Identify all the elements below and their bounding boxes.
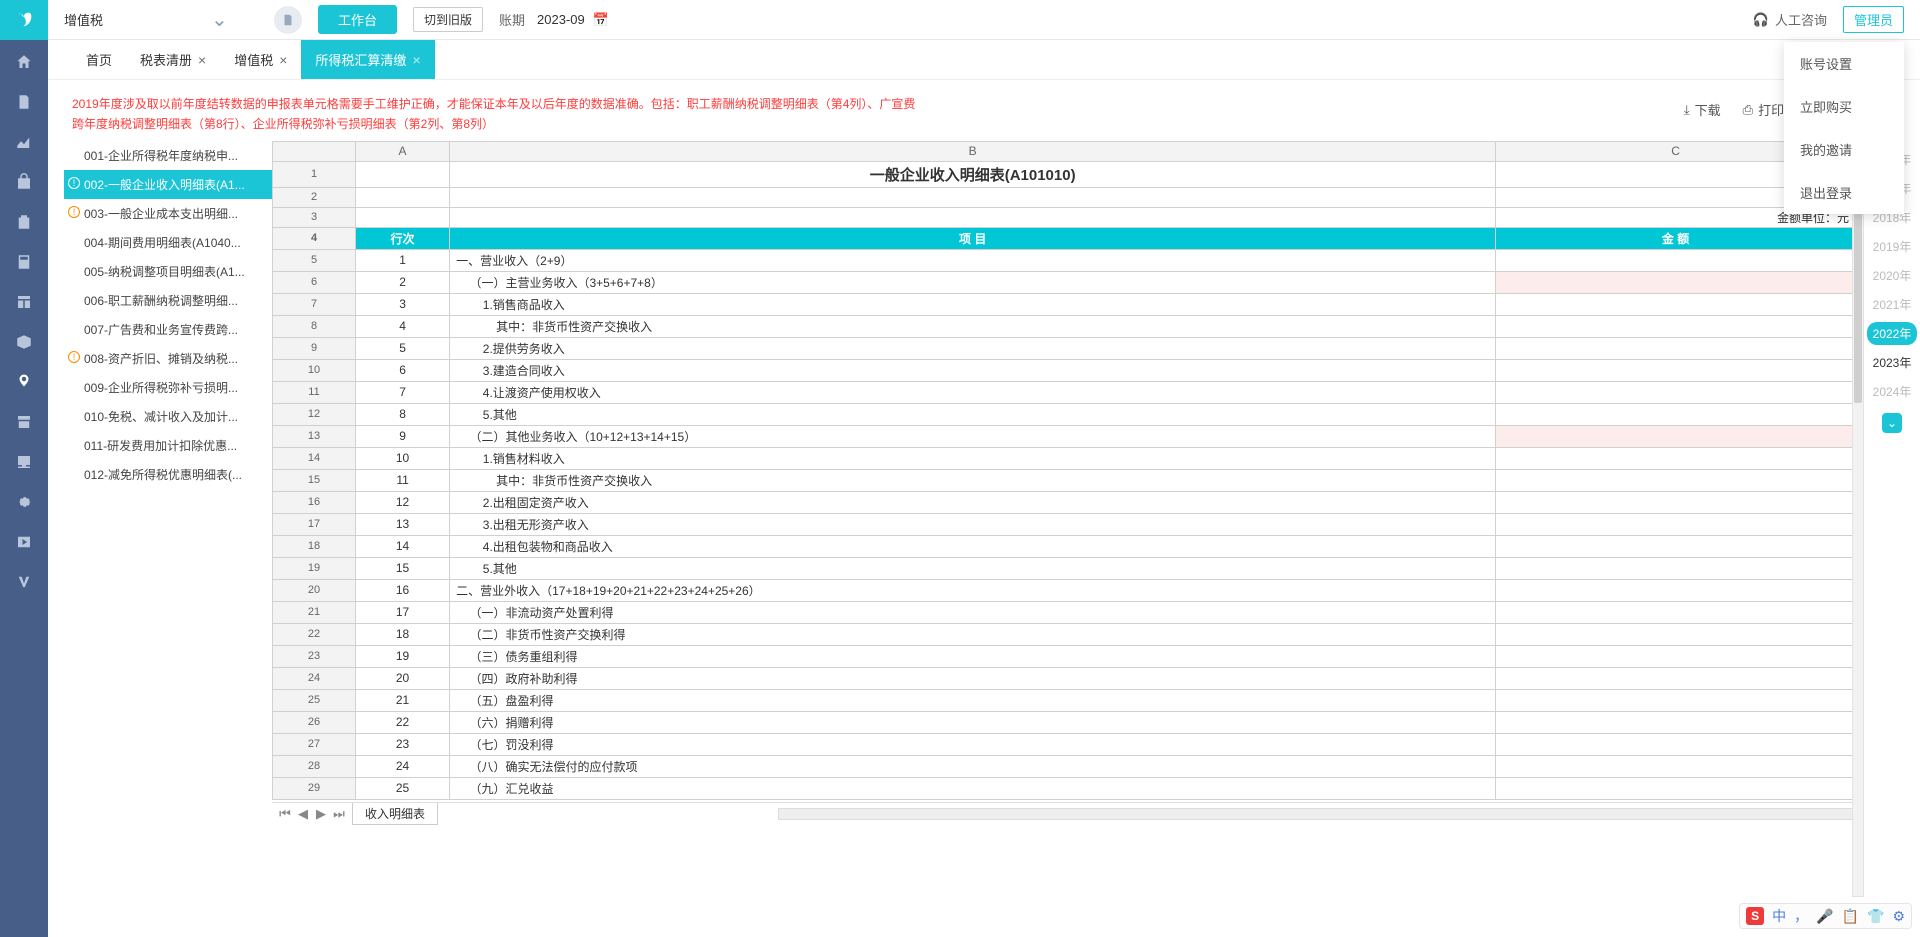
download-icon: ⤓	[1684, 102, 1690, 118]
form-item-010[interactable]: 010-免税、减计收入及加计...	[64, 402, 272, 431]
nav-bag-icon[interactable]	[0, 164, 48, 200]
nav-clipboard-icon[interactable]	[0, 204, 48, 240]
admin-dropdown-menu: 账号设置 立即购买 我的邀请 退出登录	[1784, 42, 1904, 214]
page-tabs: 首页税表清册×增值税×所得税汇算清缴×	[48, 40, 1920, 80]
form-item-006[interactable]: 006-职工薪酬纳税调整明细...	[64, 286, 272, 315]
nav-calc-icon[interactable]	[0, 244, 48, 280]
horizontal-scrollbar[interactable]	[778, 808, 1856, 820]
left-sidebar	[0, 0, 48, 937]
form-item-001[interactable]: 001-企业所得税年度纳税申...	[64, 141, 272, 170]
nav-v-icon[interactable]	[0, 564, 48, 600]
warning-icon: !	[68, 177, 80, 189]
tab-首页[interactable]: 首页	[72, 40, 126, 79]
app-logo[interactable]	[0, 0, 48, 40]
ime-toolbar[interactable]: S 中 ， 🎤 📋 👕 ⚙	[1739, 903, 1912, 929]
nav-video-icon[interactable]	[0, 524, 48, 560]
form-item-004[interactable]: 004-期间费用明细表(A1040...	[64, 228, 272, 257]
download-button[interactable]: ⤓下载	[1684, 100, 1721, 119]
nav-box-icon[interactable]	[0, 324, 48, 360]
ime-logo-icon: S	[1746, 907, 1764, 925]
form-item-005[interactable]: 005-纳税调整项目明细表(A1...	[64, 257, 272, 286]
sheet-nav-arrows[interactable]: ⏮◀▶⏭	[272, 806, 352, 822]
header-doc-icon[interactable]	[274, 6, 302, 34]
form-item-002[interactable]: !002-一般企业收入明细表(A1...	[64, 170, 272, 199]
period-label: 账期	[499, 10, 525, 29]
tab-增值税[interactable]: 增值税×	[220, 40, 301, 79]
tab-所得税汇算清缴[interactable]: 所得税汇算清缴×	[301, 40, 434, 79]
menu-my-invites[interactable]: 我的邀请	[1784, 128, 1904, 171]
close-icon[interactable]: ×	[279, 52, 287, 68]
ime-skin-icon[interactable]: 👕	[1867, 908, 1884, 925]
menu-account-settings[interactable]: 账号设置	[1784, 42, 1904, 85]
year-2021年[interactable]: 2021年	[1867, 293, 1918, 316]
workbench-button[interactable]: 工作台	[318, 5, 397, 34]
sheet-table[interactable]: ABC1一般企业收入明细表(A101010)23金额单位：元4行次项 目金 额5…	[272, 141, 1856, 800]
ime-mic-icon[interactable]: 🎤	[1816, 908, 1833, 925]
headset-icon: 🎧	[1753, 12, 1769, 28]
year-collapse-icon[interactable]: ⌄	[1882, 413, 1902, 433]
tab-税表清册[interactable]: 税表清册×	[126, 40, 220, 79]
form-item-012[interactable]: 012-减免所得税优惠明细表(...	[64, 460, 272, 489]
nav-doc-icon[interactable]	[0, 84, 48, 120]
ime-mode[interactable]: 中	[1772, 906, 1786, 926]
nav-tax-icon[interactable]	[0, 364, 48, 400]
ime-clip-icon[interactable]: 📋	[1842, 908, 1859, 925]
form-item-009[interactable]: 009-企业所得税弥补亏损明...	[64, 373, 272, 402]
warning-icon: !	[68, 351, 80, 363]
chevron-down-icon: ⌄	[211, 7, 228, 32]
year-2023年[interactable]: 2023年	[1867, 351, 1918, 374]
form-item-003[interactable]: !003-一般企业成本支出明细...	[64, 199, 272, 228]
main-content: 2019年度涉及取以前年度结转数据的申报表单元格需要手工维护正确，才能保证本年及…	[48, 80, 1920, 937]
company-selector[interactable]: 增值税 ⌄	[64, 7, 244, 32]
consult-button[interactable]: 🎧 人工咨询	[1753, 10, 1827, 29]
period-value[interactable]: 2023-09	[537, 12, 585, 27]
print-button[interactable]: ⎙打印	[1743, 100, 1784, 119]
print-icon: ⎙	[1743, 102, 1753, 118]
warning-banner: 2019年度涉及取以前年度结转数据的申报表单元格需要手工维护正确，才能保证本年及…	[48, 80, 948, 141]
vertical-scrollbar[interactable]	[1852, 180, 1864, 897]
sheet-tab-bar: ⏮◀▶⏭ 收入明细表	[272, 802, 1856, 826]
form-item-008[interactable]: !008-资产折旧、摊销及纳税...	[64, 344, 272, 373]
ime-more-icon[interactable]: ⚙	[1892, 908, 1905, 925]
company-name: 增值税	[64, 10, 103, 29]
close-icon[interactable]: ×	[412, 52, 420, 68]
year-2024年[interactable]: 2024年	[1867, 380, 1918, 403]
calendar-icon[interactable]: 📅	[593, 12, 609, 28]
year-2019年[interactable]: 2019年	[1867, 235, 1918, 258]
menu-logout[interactable]: 退出登录	[1784, 171, 1904, 214]
forms-list: 001-企业所得税年度纳税申...!002-一般企业收入明细表(A1...!00…	[48, 141, 272, 937]
year-2020年[interactable]: 2020年	[1867, 264, 1918, 287]
toolbar: ⤓下载 ⎙打印 ↻重置	[948, 80, 1920, 127]
switch-old-button[interactable]: 切到旧版	[413, 7, 483, 32]
warning-icon: !	[68, 206, 80, 218]
form-item-011[interactable]: 011-研发费用加计扣除优惠...	[64, 431, 272, 460]
top-header: 增值税 ⌄ 工作台 切到旧版 账期 2023-09 📅 🎧 人工咨询 管理员	[48, 0, 1920, 40]
form-item-007[interactable]: 007-广告费和业务宣传费跨...	[64, 315, 272, 344]
sheet-tab[interactable]: 收入明细表	[352, 803, 438, 825]
nav-template-icon[interactable]	[0, 284, 48, 320]
close-icon[interactable]: ×	[198, 52, 206, 68]
nav-gear-icon[interactable]	[0, 484, 48, 520]
menu-buy-now[interactable]: 立即购买	[1784, 85, 1904, 128]
nav-archive-icon[interactable]	[0, 404, 48, 440]
spreadsheet: ABC1一般企业收入明细表(A101010)23金额单位：元4行次项 目金 额5…	[272, 141, 1856, 937]
admin-button[interactable]: 管理员	[1843, 6, 1904, 33]
ime-punct-icon[interactable]: ，	[1794, 906, 1808, 926]
nav-chart-icon[interactable]	[0, 124, 48, 160]
nav-inbox-icon[interactable]	[0, 444, 48, 480]
nav-home-icon[interactable]	[0, 44, 48, 80]
year-2022年[interactable]: 2022年	[1867, 322, 1918, 345]
